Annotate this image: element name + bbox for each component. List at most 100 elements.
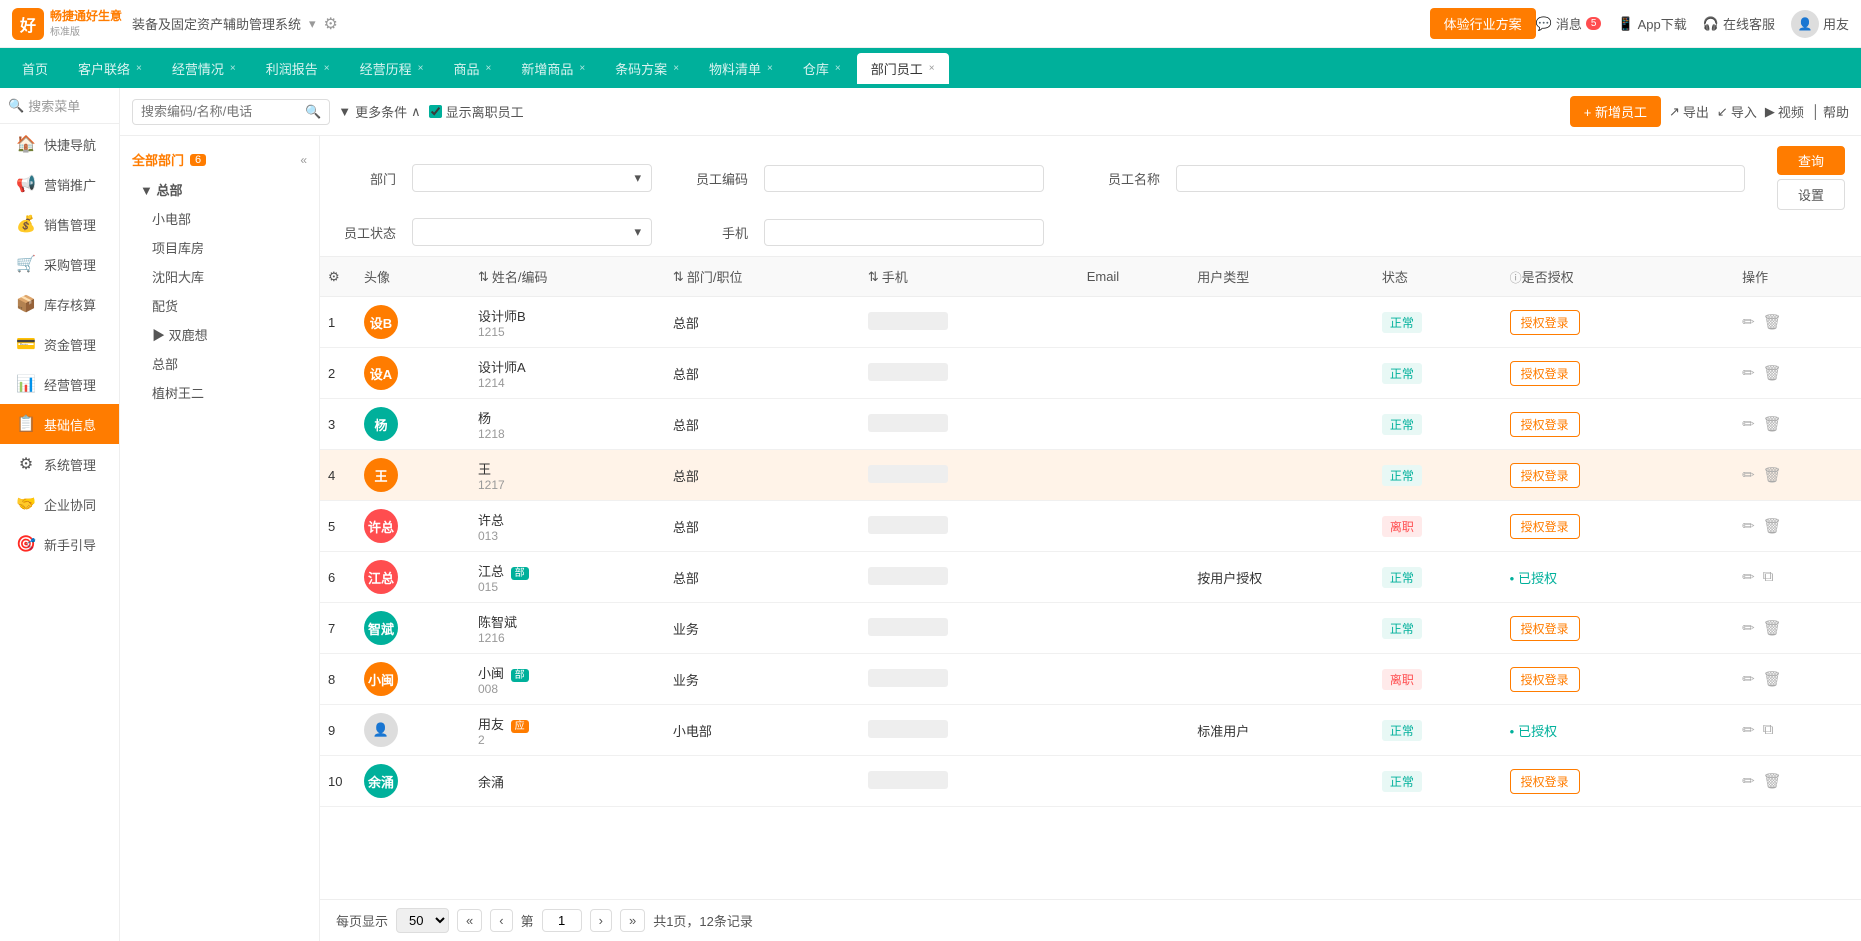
close-icon[interactable]: × xyxy=(835,63,841,74)
app-download-button[interactable]: 📱 App下载 xyxy=(1617,14,1686,33)
copy-icon[interactable]: ⧉ xyxy=(1763,721,1774,739)
import-button[interactable]: ↙ 导入 xyxy=(1717,102,1757,121)
export-button[interactable]: ↗ 导出 xyxy=(1669,102,1709,121)
close-icon[interactable]: × xyxy=(324,63,330,74)
auth-button[interactable]: 授权登录 xyxy=(1510,616,1580,641)
close-icon[interactable]: × xyxy=(579,63,585,74)
col-phone[interactable]: ⇅手机 xyxy=(860,257,1079,297)
delete-icon[interactable]: 🗑 xyxy=(1763,772,1782,790)
delete-icon[interactable]: 🗑 xyxy=(1763,670,1782,688)
sidebar-item-purchase[interactable]: 🛒 采购管理 xyxy=(0,244,119,284)
sidebar-item-basic[interactable]: 📋 基础信息 xyxy=(0,404,119,444)
video-button[interactable]: ▶ 视频 xyxy=(1765,102,1804,121)
sidebar-item-nav[interactable]: 🏠 快捷导航 xyxy=(0,124,119,164)
col-name[interactable]: ⇅姓名/编码 xyxy=(470,257,665,297)
edit-icon[interactable]: ✏ xyxy=(1742,670,1755,688)
page-input[interactable] xyxy=(542,909,582,932)
dept-item-project[interactable]: 项目库房 xyxy=(128,233,319,262)
col-dept[interactable]: ⇅部门/职位 xyxy=(665,257,860,297)
tab-home[interactable]: 首页 xyxy=(8,53,62,84)
page-size-select[interactable]: 50 xyxy=(396,908,449,933)
auth-button[interactable]: 授权登录 xyxy=(1510,514,1580,539)
user-menu[interactable]: 👤 用友 xyxy=(1791,10,1849,38)
close-icon[interactable]: × xyxy=(767,63,773,74)
show-resigned-checkbox[interactable]: 显示离职员工 xyxy=(429,102,524,121)
add-employee-button[interactable]: + 新增员工 xyxy=(1570,96,1661,127)
emp-code-input[interactable] xyxy=(764,165,1044,192)
auth-button[interactable]: 授权登录 xyxy=(1510,361,1580,386)
sidebar-item-marketing[interactable]: 📢 营销推广 xyxy=(0,164,119,204)
all-dept-label[interactable]: 全部部门 xyxy=(132,150,184,169)
tab-barcode[interactable]: 条码方案 × xyxy=(601,53,693,84)
close-icon[interactable]: × xyxy=(230,63,236,74)
tab-warehouse[interactable]: 仓库 × xyxy=(789,53,855,84)
edit-icon[interactable]: ✏ xyxy=(1742,517,1755,535)
delete-icon[interactable]: 🗑 xyxy=(1763,517,1782,535)
auth-button[interactable]: 授权登录 xyxy=(1510,667,1580,692)
phone-input[interactable] xyxy=(764,219,1044,246)
edit-icon[interactable]: ✏ xyxy=(1742,721,1755,739)
prev-page-button[interactable]: ‹ xyxy=(490,909,512,932)
message-button[interactable]: 💬 消息 5 xyxy=(1536,14,1602,33)
close-icon[interactable]: × xyxy=(485,63,491,74)
auth-button[interactable]: 授权登录 xyxy=(1510,769,1580,794)
edit-icon[interactable]: ✏ xyxy=(1742,772,1755,790)
edit-icon[interactable]: ✏ xyxy=(1742,313,1755,331)
dept-item-distribution[interactable]: 配货 xyxy=(128,291,319,320)
tab-employee[interactable]: 部门员工 × xyxy=(857,53,949,84)
edit-icon[interactable]: ✏ xyxy=(1742,415,1755,433)
emp-name-input[interactable] xyxy=(1176,165,1745,192)
tab-history[interactable]: 经营历程 × xyxy=(346,53,438,84)
tab-goods[interactable]: 商品 × xyxy=(439,53,505,84)
tab-add-goods[interactable]: 新增商品 × xyxy=(507,53,599,84)
tab-profit[interactable]: 利润报告 × xyxy=(252,53,344,84)
search-menu[interactable]: 🔍 搜索菜单 xyxy=(0,88,119,124)
auth-button[interactable]: 授权登录 xyxy=(1510,412,1580,437)
edit-icon[interactable]: ✏ xyxy=(1742,568,1755,586)
online-service-button[interactable]: 🎧 在线客服 xyxy=(1703,14,1775,33)
settings-icon[interactable]: ⚙ xyxy=(328,269,340,284)
edit-icon[interactable]: ✏ xyxy=(1742,619,1755,637)
trial-button[interactable]: 体验行业方案 xyxy=(1430,8,1536,39)
close-icon[interactable]: × xyxy=(673,63,679,74)
col-settings[interactable]: ⚙ xyxy=(320,257,356,297)
more-filter-button[interactable]: ▼ 更多条件 ∧ xyxy=(338,102,420,121)
edit-icon[interactable]: ✏ xyxy=(1742,364,1755,382)
dept-item-shenyang[interactable]: 沈阳大库 xyxy=(128,262,319,291)
query-button[interactable]: 查询 xyxy=(1777,146,1845,175)
delete-icon[interactable]: 🗑 xyxy=(1763,313,1782,331)
dept-filter-select[interactable]: ▾ xyxy=(412,164,652,192)
tab-customer[interactable]: 客户联络 × xyxy=(64,53,156,84)
close-icon[interactable]: × xyxy=(136,63,142,74)
sidebar-item-inventory[interactable]: 📦 库存核算 xyxy=(0,284,119,324)
delete-icon[interactable]: 🗑 xyxy=(1763,619,1782,637)
resigned-checkbox-input[interactable] xyxy=(429,105,442,118)
delete-icon[interactable]: 🗑 xyxy=(1763,364,1782,382)
tab-bom[interactable]: 物料清单 × xyxy=(695,53,787,84)
sidebar-item-collab[interactable]: 🤝 企业协同 xyxy=(0,484,119,524)
settings-icon[interactable]: ⚙ xyxy=(324,14,338,34)
sidebar-item-system[interactable]: ⚙ 系统管理 xyxy=(0,444,119,484)
delete-icon[interactable]: 🗑 xyxy=(1763,415,1782,433)
sidebar-item-finance[interactable]: 💳 资金管理 xyxy=(0,324,119,364)
edit-icon[interactable]: ✏ xyxy=(1742,466,1755,484)
dept-item-hq[interactable]: 总部 xyxy=(128,349,319,378)
last-page-button[interactable]: » xyxy=(620,909,645,932)
status-filter-select[interactable]: ▾ xyxy=(412,218,652,246)
sidebar-item-guide[interactable]: 🎯 新手引导 xyxy=(0,524,119,564)
search-input[interactable] xyxy=(141,104,301,119)
reset-button[interactable]: 设置 xyxy=(1777,179,1845,210)
delete-icon[interactable]: 🗑 xyxy=(1763,466,1782,484)
first-page-button[interactable]: « xyxy=(457,909,482,932)
auth-button[interactable]: 授权登录 xyxy=(1510,463,1580,488)
collapse-button[interactable]: « xyxy=(300,153,307,167)
close-icon[interactable]: × xyxy=(418,63,424,74)
close-icon[interactable]: × xyxy=(929,63,935,74)
system-dropdown-icon[interactable]: ▾ xyxy=(309,16,316,32)
dept-item-general[interactable]: ▼ 总部 xyxy=(128,175,319,204)
dept-item-small-elec[interactable]: 小电部 xyxy=(128,204,319,233)
dept-item-plant[interactable]: 植树王二 xyxy=(128,378,319,407)
dept-item-shuanglu[interactable]: ▶ 双鹿想 xyxy=(128,320,319,349)
copy-icon[interactable]: ⧉ xyxy=(1763,568,1774,586)
help-button[interactable]: │ 帮助 xyxy=(1812,102,1849,121)
